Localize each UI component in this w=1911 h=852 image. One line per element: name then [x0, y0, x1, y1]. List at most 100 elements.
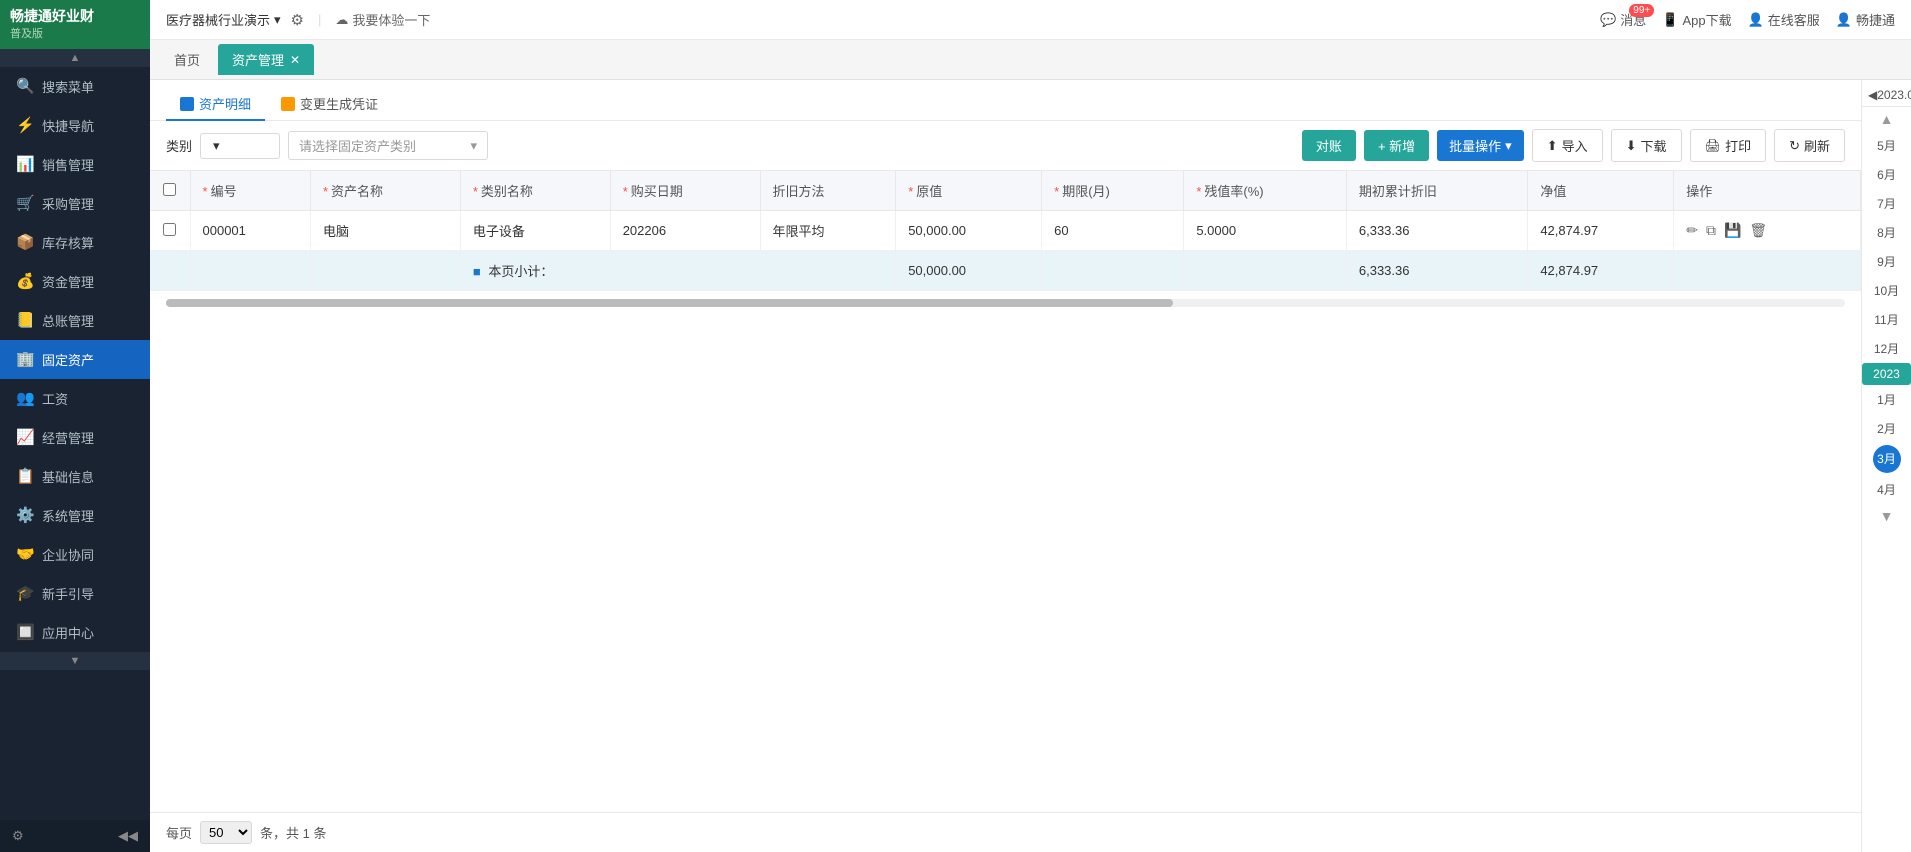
edit-icon[interactable]: ✏ — [1686, 222, 1698, 239]
enterprise-icon: 🤝 — [16, 545, 34, 563]
refresh-icon: ↻ — [1789, 138, 1800, 154]
month-2[interactable]: 2月 — [1862, 414, 1911, 443]
sidebar-scroll-down[interactable]: ▼ — [0, 652, 150, 670]
import-button[interactable]: ⬆ 导入 — [1532, 129, 1603, 162]
filter-placeholder: 请选择固定资产类别 — [299, 136, 416, 155]
sidebar-item-basic-info-label: 基础信息 — [42, 467, 94, 486]
asset-table: *编号 *资产名称 *类别名称 *购买日期 折旧方法 *原值 *期限(月) *残… — [150, 171, 1861, 291]
total-label: 条，共 1 条 — [260, 823, 326, 842]
logo-text: 畅捷通好业财 — [10, 8, 94, 25]
down-arrow[interactable]: ▼ — [1876, 504, 1898, 528]
refresh-label: 刷新 — [1804, 136, 1830, 155]
refresh-button[interactable]: ↻ 刷新 — [1774, 129, 1845, 162]
sidebar-item-ledger[interactable]: 📒 总账管理 — [0, 301, 150, 340]
subtotal-action — [1674, 251, 1861, 291]
experience-button[interactable]: ☁ 我要体验一下 — [335, 10, 430, 29]
message-button[interactable]: 💬 消息 99+ — [1600, 10, 1646, 29]
tab-home[interactable]: 首页 — [160, 44, 214, 75]
sidebar-item-enterprise[interactable]: 🤝 企业协同 — [0, 535, 150, 574]
collapse-right-icon[interactable]: ◀ — [1868, 88, 1877, 102]
sidebar-item-operations[interactable]: 📈 经营管理 — [0, 418, 150, 457]
th-action: 操作 — [1674, 171, 1861, 211]
company-settings-icon[interactable]: ⚙ — [291, 11, 304, 29]
month-3[interactable]: 3月 — [1873, 445, 1901, 473]
cell-residual-rate: 5.0000 — [1184, 211, 1347, 251]
sidebar-item-fixed-assets[interactable]: 🏢 固定资产 — [0, 340, 150, 379]
sidebar-item-guide[interactable]: 🎓 新手引导 — [0, 574, 150, 613]
download-button[interactable]: ⬇ 下载 — [1611, 129, 1682, 162]
year-2023-label: 2023 — [1862, 363, 1911, 385]
table-container: *编号 *资产名称 *类别名称 *购买日期 折旧方法 *原值 *期限(月) *残… — [150, 171, 1861, 812]
cell-period: 60 — [1042, 211, 1184, 251]
add-button[interactable]: + 新增 — [1364, 130, 1429, 161]
quicknav-icon: ⚡ — [16, 116, 34, 134]
scrollbar-thumb — [166, 299, 1173, 307]
month-7[interactable]: 7月 — [1862, 189, 1911, 218]
copy-icon[interactable]: ⧉ — [1706, 222, 1716, 239]
app-download-icon: 📱 — [1662, 12, 1678, 28]
subtotal-accumulated: 6,333.36 — [1346, 251, 1527, 291]
cell-purchase-date: 202206 — [610, 211, 760, 251]
month-1[interactable]: 1月 — [1862, 385, 1911, 414]
tab-asset-management[interactable]: 资产管理 ✕ — [218, 44, 314, 75]
import-icon: ⬆ — [1547, 138, 1558, 154]
row-checkbox[interactable] — [163, 223, 176, 236]
user-avatar[interactable]: 👤 畅捷通 — [1836, 10, 1895, 29]
category-filter-input[interactable]: 请选择固定资产类别 ▾ — [288, 131, 488, 160]
month-11[interactable]: 11月 — [1862, 305, 1911, 334]
batch-button[interactable]: 批量操作 ▾ — [1437, 130, 1524, 161]
delete-icon[interactable]: 🗑 — [1749, 222, 1767, 239]
reconcile-button[interactable]: 对账 — [1302, 130, 1356, 161]
content-main: 资产明细 变更生成凭证 类别 ▾ 请选择固定资产类别 ▾ — [150, 80, 1861, 852]
right-panel-header: ◀ 2023.03 ▶ — [1862, 84, 1911, 107]
app-download-button[interactable]: 📱 App下载 — [1662, 10, 1731, 29]
toolbar-right: 对账 + 新增 批量操作 ▾ ⬆ 导入 ⬇ 下载 🖨 — [1302, 129, 1845, 162]
print-button[interactable]: 🖨 打印 — [1690, 129, 1767, 162]
category-dropdown-icon: ▾ — [213, 138, 220, 154]
subtab-asset-detail[interactable]: 资产明细 — [166, 88, 265, 121]
sidebar-item-funds[interactable]: 💰 资金管理 — [0, 262, 150, 301]
sidebar-item-ledger-label: 总账管理 — [42, 311, 94, 330]
avatar-icon: 👤 — [1836, 12, 1852, 28]
sidebar-item-quicknav[interactable]: ⚡ 快捷导航 — [0, 106, 150, 145]
up-arrow[interactable]: ▲ — [1876, 107, 1898, 131]
per-page-select[interactable]: 50 10 20 100 — [200, 821, 252, 844]
sidebar-item-inventory[interactable]: 📦 库存核算 — [0, 223, 150, 262]
toolbar: 类别 ▾ 请选择固定资产类别 ▾ 对账 + 新增 批量操作 ▾ — [150, 121, 1861, 171]
subtotal-label-cell: ■ 本页小计： — [460, 251, 895, 291]
month-9[interactable]: 9月 — [1862, 247, 1911, 276]
customer-service-icon: 👤 — [1748, 12, 1764, 28]
company-selector[interactable]: 医疗器械行业演示 ▾ — [166, 10, 281, 29]
sidebar-item-search-label: 搜索菜单 — [42, 77, 94, 96]
category-select[interactable]: ▾ — [200, 133, 280, 159]
month-4[interactable]: 4月 — [1862, 475, 1911, 504]
message-icon: 💬 — [1600, 12, 1616, 28]
month-12[interactable]: 12月 — [1862, 334, 1911, 363]
sidebar-item-search[interactable]: 🔍 搜索菜单 — [0, 67, 150, 106]
sidebar-settings-icon[interactable]: ⚙ — [12, 828, 24, 844]
right-panel-year: 2023.03 — [1877, 88, 1911, 102]
month-5[interactable]: 5月 — [1862, 131, 1911, 160]
horizontal-scrollbar[interactable] — [166, 299, 1845, 307]
tab-asset-management-label: 资产管理 — [232, 50, 284, 69]
subtotal-residual — [1184, 251, 1347, 291]
month-6[interactable]: 6月 — [1862, 160, 1911, 189]
sidebar-item-purchase[interactable]: 🛒 采购管理 — [0, 184, 150, 223]
sidebar-item-payroll[interactable]: 👥 工资 — [0, 379, 150, 418]
sidebar-item-operations-label: 经营管理 — [42, 428, 94, 447]
th-code: *编号 — [190, 171, 310, 211]
month-10[interactable]: 10月 — [1862, 276, 1911, 305]
sidebar-item-basic-info[interactable]: 📋 基础信息 — [0, 457, 150, 496]
month-8[interactable]: 8月 — [1862, 218, 1911, 247]
ledger-icon: 📒 — [16, 311, 34, 329]
sidebar-scroll-up[interactable]: ▲ — [0, 49, 150, 67]
save-icon[interactable]: 💾 — [1724, 222, 1741, 239]
subtab-voucher-generation[interactable]: 变更生成凭证 — [267, 88, 392, 121]
sidebar-item-sales[interactable]: 📊 销售管理 — [0, 145, 150, 184]
sidebar-item-system[interactable]: ⚙️ 系统管理 — [0, 496, 150, 535]
select-all-checkbox[interactable] — [163, 183, 176, 196]
sidebar-item-app-center[interactable]: 🔲 应用中心 — [0, 613, 150, 652]
sidebar-collapse-icon[interactable]: ◀◀ — [118, 828, 138, 844]
tab-close-icon[interactable]: ✕ — [290, 53, 300, 67]
customer-service-button[interactable]: 👤 在线客服 — [1748, 10, 1820, 29]
